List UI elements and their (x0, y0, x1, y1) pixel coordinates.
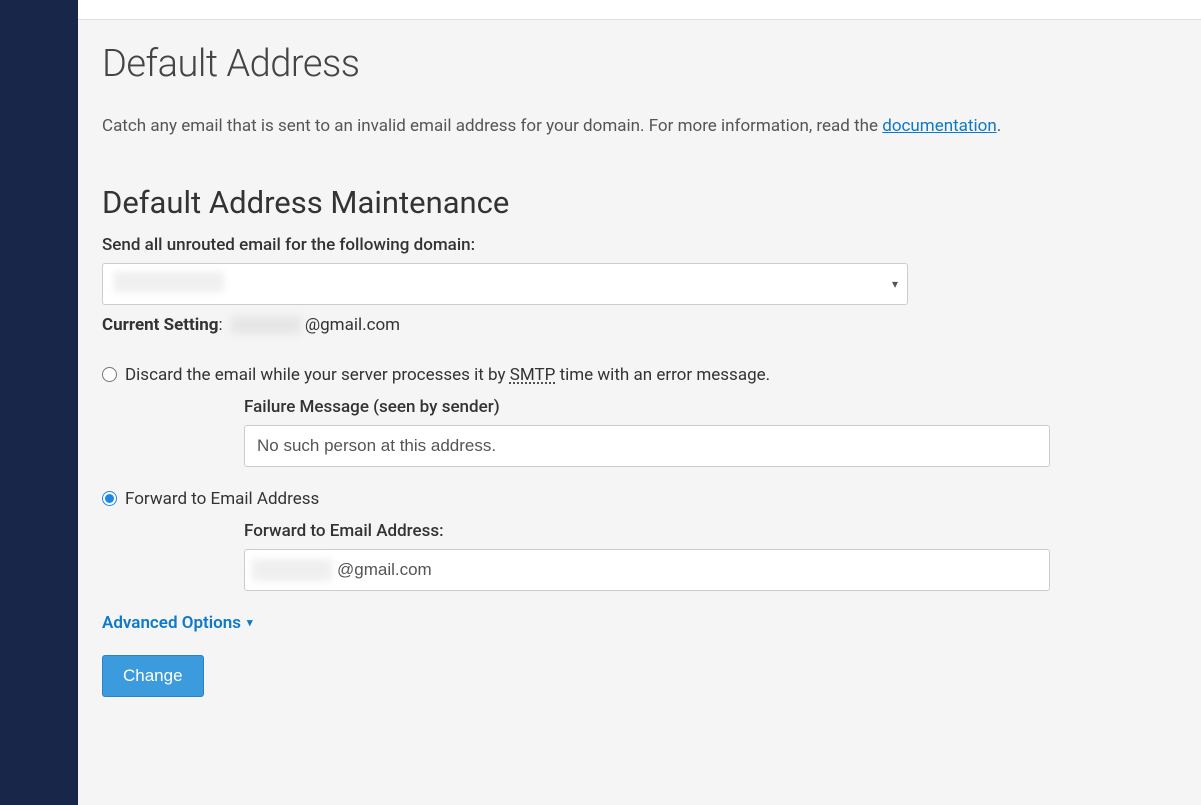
documentation-link[interactable]: documentation (882, 116, 996, 136)
forward-address-label: Forward to Email Address: (244, 521, 1177, 541)
forward-radio-label: Forward to Email Address (125, 489, 319, 509)
redacted-current-address (231, 316, 301, 334)
current-setting-suffix: @gmail.com (305, 315, 400, 335)
failure-message-label: Failure Message (seen by sender) (244, 397, 1177, 417)
top-bar (78, 0, 1201, 20)
forward-address-field: Forward to Email Address: (244, 521, 1177, 591)
discard-label: Discard the email while your server proc… (125, 365, 770, 385)
failure-message-input[interactable] (244, 425, 1050, 467)
description-text: Catch any email that is sent to an inval… (102, 116, 882, 136)
discard-option-row[interactable]: Discard the email while your server proc… (102, 365, 1177, 385)
smtp-abbr: SMTP (510, 365, 556, 385)
main-content: Default Address Catch any email that is … (78, 0, 1201, 805)
page-description: Catch any email that is sent to an inval… (102, 114, 1177, 140)
content-area: Default Address Catch any email that is … (78, 20, 1201, 719)
discard-radio[interactable] (102, 367, 117, 382)
domain-select[interactable] (102, 263, 908, 305)
forward-radio[interactable] (102, 491, 117, 506)
domain-select-wrapper: ▾ (102, 263, 908, 305)
description-suffix: . (997, 116, 1001, 136)
domain-select-label: Send all unrouted email for the followin… (102, 235, 1177, 255)
failure-message-field: Failure Message (seen by sender) (244, 397, 1177, 467)
current-setting-label: Current Setting (102, 315, 219, 335)
forward-option-row[interactable]: Forward to Email Address (102, 489, 1177, 509)
current-setting-row: Current Setting: @gmail.com (102, 315, 1177, 335)
advanced-options-label: Advanced Options (102, 613, 241, 633)
sidebar (0, 0, 78, 805)
change-button[interactable]: Change (102, 655, 204, 697)
caret-down-icon: ▾ (247, 616, 253, 629)
section-heading: Default Address Maintenance (102, 184, 1177, 221)
forward-address-input[interactable] (244, 549, 1050, 591)
advanced-options-toggle[interactable]: Advanced Options ▾ (102, 613, 253, 633)
page-title: Default Address (102, 42, 1177, 86)
